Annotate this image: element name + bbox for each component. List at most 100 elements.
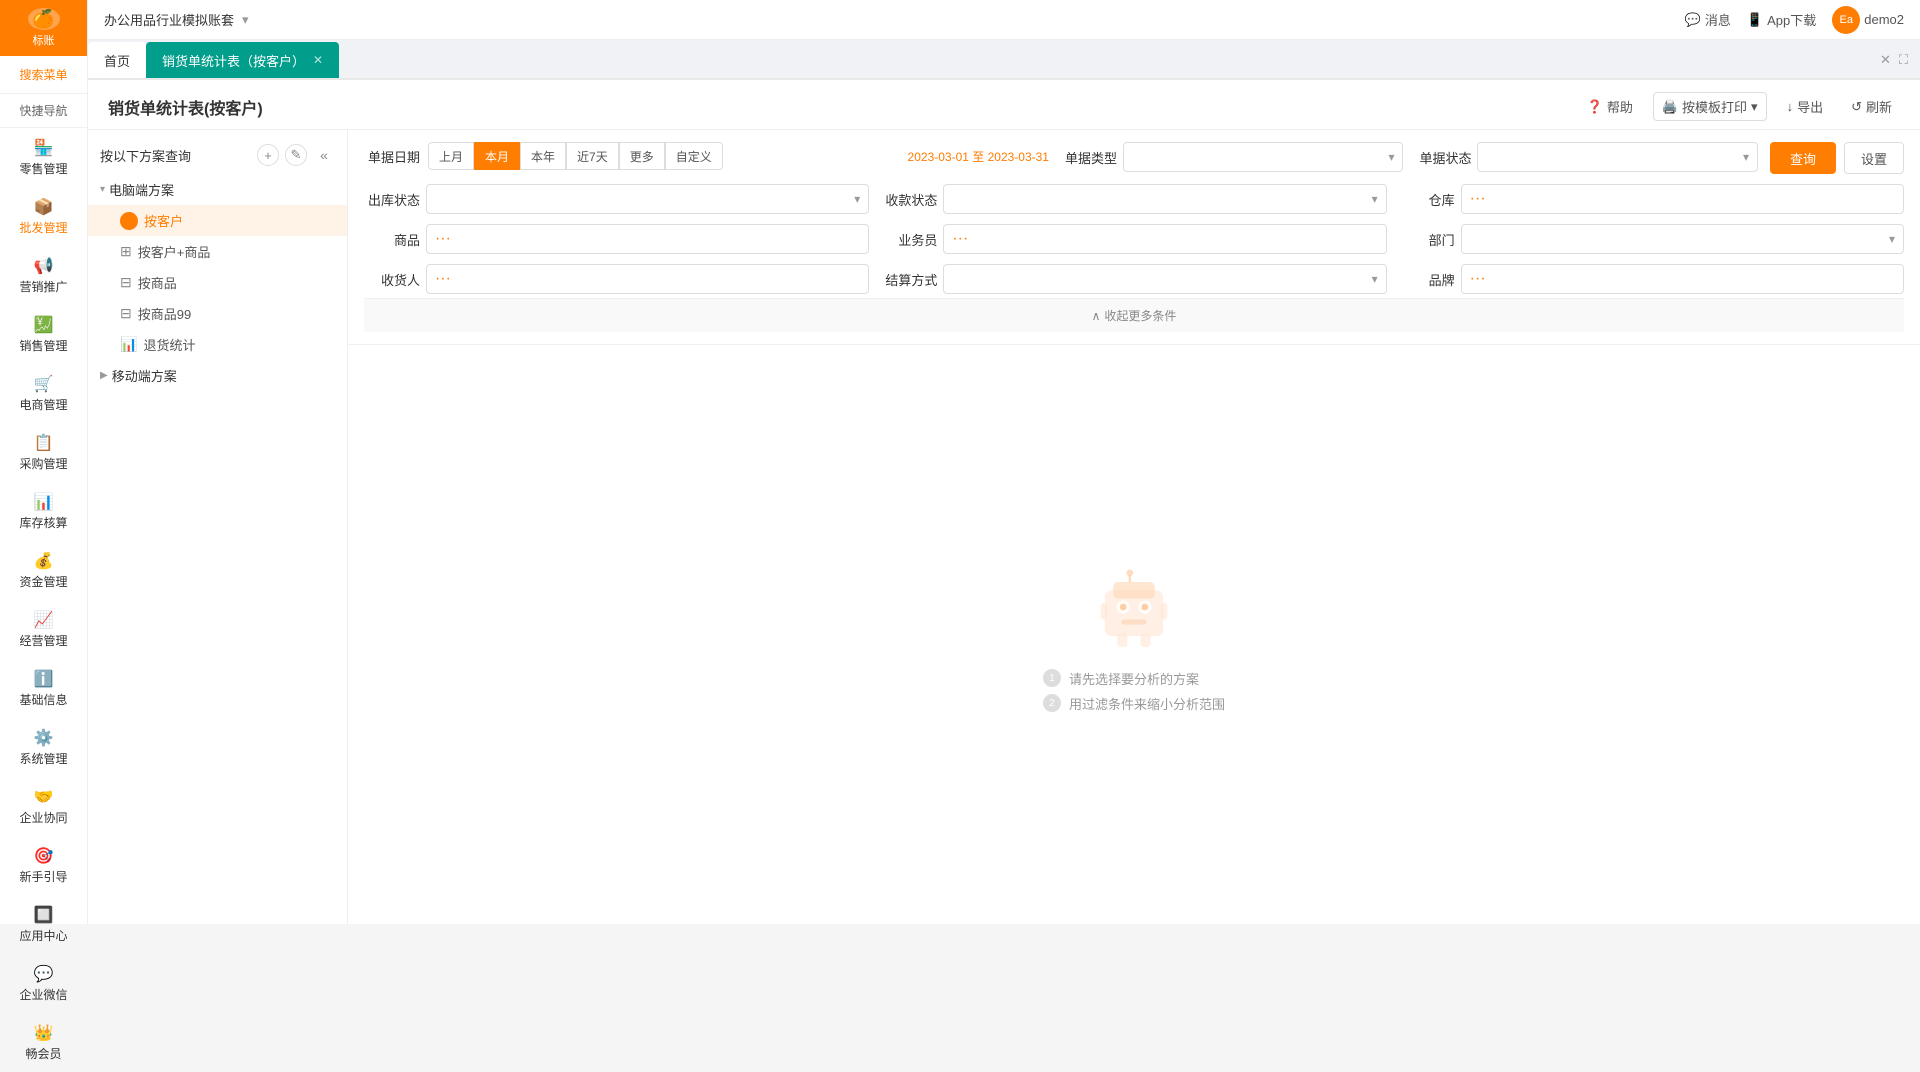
message-button[interactable]: 💬 消息 <box>1685 10 1731 29</box>
refresh-button[interactable]: ↺ 刷新 <box>1843 93 1900 120</box>
brand-dots[interactable]: ··· <box>1470 270 1486 288</box>
tree-parent-mobile[interactable]: ▶ 移动端方案 <box>88 360 347 391</box>
close-tab-icon[interactable]: ✕ <box>1880 52 1891 68</box>
sidebar-item-sales[interactable]: 💹 销售管理 <box>0 305 87 364</box>
sidebar-item-purchase[interactable]: 📋 采购管理 <box>0 423 87 482</box>
sidebar-item-inventory[interactable]: 📊 库存核算 <box>0 482 87 541</box>
filter-area: 单据日期 上月 本月 本年 近7天 更多 自定义 2023-03-01 至 20… <box>348 130 1920 345</box>
sidebar-item-finance[interactable]: 💰 资金管理 <box>0 541 87 600</box>
settings-button[interactable]: 设置 <box>1844 142 1904 174</box>
print-button[interactable]: 🖨️ 按模板打印 ▾ <box>1653 92 1767 121</box>
help-button[interactable]: ❓ 帮助 <box>1579 93 1641 120</box>
newuser-label: 新手引导 <box>19 868 67 885</box>
receiver-dots[interactable]: ··· <box>435 270 451 288</box>
system-label: 系统管理 <box>19 750 67 767</box>
product-dots[interactable]: ··· <box>435 230 451 248</box>
receiver-label: 收货人 <box>364 270 420 289</box>
tree-mobile: ▶ 移动端方案 <box>88 360 347 391</box>
tree-child-by-product99[interactable]: ⊟ 按商品99 <box>88 298 347 329</box>
app-download-button[interactable]: 📱 App下载 <box>1747 10 1816 29</box>
hint-text-1: 请先选择要分析的方案 <box>1069 669 1199 688</box>
search-label[interactable]: 搜索菜单 <box>8 66 79 83</box>
department-chevron: ▾ <box>1889 232 1895 246</box>
collapse-more-button[interactable]: ∧ 收起更多条件 <box>364 298 1904 332</box>
avatar-text: Ea <box>1840 14 1853 26</box>
doc-type-label: 单据类型 <box>1061 148 1117 167</box>
doc-status-select[interactable]: ▾ <box>1477 142 1758 172</box>
print-dropdown-icon[interactable]: ▾ <box>1751 99 1758 115</box>
inventory-icon: 📊 <box>34 492 54 512</box>
empty-state: 1 请先选择要分析的方案 2 用过滤条件来缩小分析范围 <box>348 345 1920 924</box>
sidebar-item-system[interactable]: ⚙️ 系统管理 <box>0 718 87 777</box>
username: demo2 <box>1864 12 1904 27</box>
sidebar-item-marketing[interactable]: 📢 营销推广 <box>0 246 87 305</box>
salesperson-dots[interactable]: ··· <box>952 230 968 248</box>
refresh-icon: ↺ <box>1851 99 1862 115</box>
salesperson-select[interactable]: ··· <box>943 224 1386 254</box>
warehouse-select[interactable]: ··· <box>1461 184 1904 214</box>
tree-child-by-product[interactable]: ⊟ 按商品 <box>88 267 347 298</box>
download-icon: 📱 <box>1747 12 1763 28</box>
department-select[interactable]: ▾ <box>1461 224 1904 254</box>
collapse-panel-button[interactable]: « <box>313 144 335 166</box>
app-download-label: App下载 <box>1767 10 1816 29</box>
edit-scheme-button[interactable]: ✎ <box>285 144 307 166</box>
receiver-select[interactable]: ··· <box>426 264 869 294</box>
sidebar-item-basic[interactable]: ℹ️ 基础信息 <box>0 659 87 718</box>
print-icon: 🖨️ <box>1662 99 1678 115</box>
user-profile[interactable]: Ea demo2 <box>1832 6 1904 34</box>
export-button[interactable]: ↓ 导出 <box>1779 93 1832 120</box>
date-btn-last-month[interactable]: 上月 <box>428 142 474 170</box>
system-icon: ⚙️ <box>34 728 54 748</box>
tab-sales-stats[interactable]: 销货单统计表（按客户） ✕ <box>146 42 339 78</box>
message-label: 消息 <box>1705 10 1731 29</box>
date-btn-custom[interactable]: 自定义 <box>665 142 723 170</box>
maximize-icon[interactable]: ⛶ <box>1899 52 1908 68</box>
date-btn-this-month[interactable]: 本月 <box>474 142 520 170</box>
sidebar-item-member[interactable]: 👑 畅会员 <box>0 1013 87 1072</box>
date-btn-this-year[interactable]: 本年 <box>520 142 566 170</box>
product-select[interactable]: ··· <box>426 224 869 254</box>
tab-bar: 首页 销货单统计表（按客户） ✕ ✕ ⛶ <box>88 40 1920 80</box>
warehouse-dots[interactable]: ··· <box>1470 190 1486 208</box>
sidebar-quick-nav[interactable]: 快捷导航 <box>0 94 87 128</box>
sidebar-item-ecommerce[interactable]: 🛒 电商管理 <box>0 364 87 423</box>
page-header: 销货单统计表(按客户) ❓ 帮助 🖨️ 按模板打印 ▾ ↓ 导出 ↺ 刷新 <box>88 80 1920 130</box>
basic-icon: ℹ️ <box>34 669 54 689</box>
brand-select[interactable]: ··· <box>1461 264 1904 294</box>
operations-icon: 📈 <box>34 610 54 630</box>
sidebar-item-operations[interactable]: 📈 经营管理 <box>0 600 87 659</box>
collect-status-select[interactable]: ▾ <box>943 184 1386 214</box>
newuser-icon: 🎯 <box>34 846 54 866</box>
message-icon: 💬 <box>1685 12 1701 28</box>
sidebar-item-enterprise[interactable]: 🤝 企业协同 <box>0 777 87 836</box>
tree-desktop: ▾ 电脑端方案 按客户 ⊞ 按客户+商品 ⊟ 按商品 <box>88 174 347 360</box>
tree-child-by-customer[interactable]: 按客户 <box>88 205 347 236</box>
add-scheme-button[interactable]: + <box>257 144 279 166</box>
member-icon: 👑 <box>34 1023 54 1043</box>
doc-type-select[interactable]: ▾ <box>1123 142 1404 172</box>
sidebar-item-wholesale[interactable]: 📦 批发管理 <box>0 187 87 246</box>
date-filter-group: 单据日期 上月 本月 本年 近7天 更多 自定义 2023-03-01 至 20… <box>364 142 1049 170</box>
tree-child-customer-product[interactable]: ⊞ 按客户+商品 <box>88 236 347 267</box>
date-btn-7days[interactable]: 近7天 <box>566 142 619 170</box>
sidebar-item-wechat[interactable]: 💬 企业微信 <box>0 954 87 1013</box>
sidebar-item-newuser[interactable]: 🎯 新手引导 <box>0 836 87 895</box>
search-button[interactable]: 查询 <box>1770 142 1836 174</box>
out-status-select[interactable]: ▾ <box>426 184 869 214</box>
platform-dropdown-icon[interactable]: ▾ <box>242 12 249 28</box>
purchase-icon: 📋 <box>34 433 54 453</box>
date-btn-more[interactable]: 更多 <box>619 142 665 170</box>
tab-home[interactable]: 首页 <box>88 42 146 78</box>
tab-close-icon[interactable]: ✕ <box>313 53 323 67</box>
sidebar-item-retail[interactable]: 🏪 零售管理 <box>0 128 87 187</box>
tree-child-return-stats[interactable]: 📊 退货统计 <box>88 329 347 360</box>
panel-header-title: 按以下方案查询 <box>100 146 191 165</box>
sidebar-search[interactable]: 搜索菜单 <box>0 56 87 94</box>
sidebar-item-appscenter[interactable]: 🔲 应用中心 <box>0 895 87 954</box>
tree-parent-desktop[interactable]: ▾ 电脑端方案 <box>88 174 347 205</box>
settlement-select[interactable]: ▾ <box>943 264 1386 294</box>
left-panel: 按以下方案查询 + ✎ « ▾ 电脑端方案 按客户 <box>88 130 348 924</box>
tab-maximize-controls: ✕ ⛶ <box>1868 42 1920 78</box>
wholesale-icon: 📦 <box>34 197 54 217</box>
